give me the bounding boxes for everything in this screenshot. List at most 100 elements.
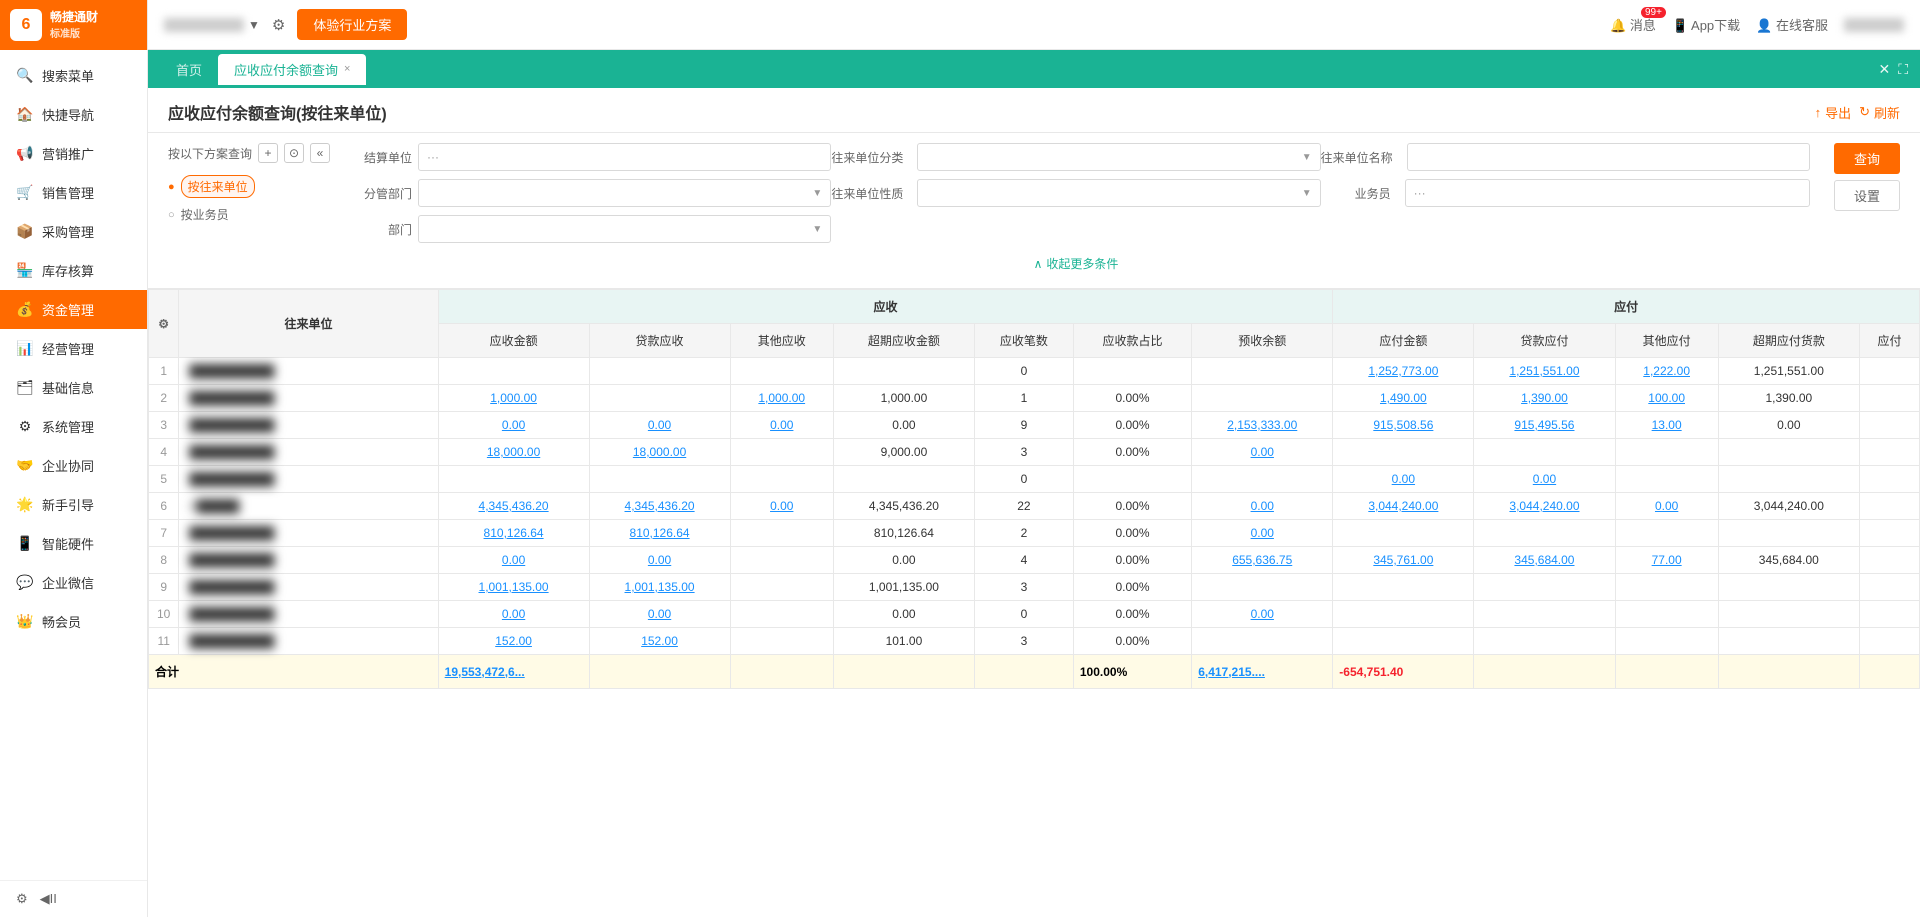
sidebar-item-guide[interactable]: 🌟 新手引导 — [0, 485, 147, 524]
notification-badge[interactable]: 🔔 消息 99+ — [1610, 15, 1656, 34]
wechat-icon: 💬 — [16, 574, 34, 591]
table-row: 10██████████0.000.000.0000.00%0.00 — [149, 601, 1920, 628]
enterprise-icon: 🤝 — [16, 457, 34, 474]
industry-btn[interactable]: 体验行业方案 — [297, 9, 407, 40]
footer-ar-prepaid: 6,417,215.... — [1192, 655, 1333, 689]
sidebar-item-sales[interactable]: 🛒 销售管理 — [0, 173, 147, 212]
sidebar-settings-btn[interactable]: ⚙ — [16, 891, 28, 907]
footer-ap-loan — [1474, 655, 1615, 689]
partner-name-input[interactable] — [1407, 143, 1810, 171]
settings-col-header: ⚙ — [149, 290, 179, 358]
breadcrumb-blur — [164, 18, 244, 32]
breadcrumb: ▼ — [164, 18, 260, 32]
refresh-btn[interactable]: ↻ 刷新 — [1859, 103, 1900, 122]
table-row: 11██████████152.00152.00101.0030.00% — [149, 628, 1920, 655]
settlement-unit-input[interactable]: ··· — [418, 143, 831, 171]
marketing-icon: 📢 — [16, 145, 34, 162]
table-settings-icon[interactable]: ⚙ — [158, 317, 169, 331]
table-row: 6Z█████4,345,436.204,345,436.200.004,345… — [149, 493, 1920, 520]
content-area: 应收应付余额查询(按往来单位) ↑ 导出 ↻ 刷新 按以下方案查询 — [148, 88, 1920, 917]
footer-ar-total: 19,553,472,6... — [438, 655, 589, 689]
tab-bar: 首页 应收应付余额查询 × ✕ ⛶ — [148, 50, 1920, 88]
main-area: ▼ ⚙ 体验行业方案 🔔 消息 99+ 📱 App下载 👤 在线客服 首页 应收… — [148, 0, 1920, 917]
dept-input[interactable]: ▼ — [418, 179, 831, 207]
table-row: 8██████████0.000.000.0040.00%655,636.753… — [149, 547, 1920, 574]
sidebar-item-search-menu[interactable]: 🔍 搜索菜单 — [0, 56, 147, 95]
ar-amt-header: 应收金额 — [438, 324, 589, 358]
ar-ratio-header: 应收款占比 — [1073, 324, 1191, 358]
table-row: 2██████████1,000.001,000.001,000.0010.00… — [149, 385, 1920, 412]
footer-ap-overdue — [1718, 655, 1859, 689]
sidebar: 6 畅捷通财 标准版 🔍 搜索菜单 🏠 快捷导航 📢 营销推广 🛒 销售管理 📦… — [0, 0, 148, 917]
sidebar-item-hardware[interactable]: 📱 智能硬件 — [0, 524, 147, 563]
partner-category-input[interactable]: ▼ — [917, 143, 1320, 171]
notification-icon: 🔔 — [1610, 18, 1626, 33]
filter-fields: 结算单位 ··· 往来单位分类 ▼ 往来单位名称 — [342, 143, 1810, 278]
footer-ar-overdue — [833, 655, 974, 689]
receivable-group-header: 应收 — [438, 290, 1333, 324]
filter-by-salesman[interactable]: ○ 按业务员 — [168, 202, 330, 227]
filter-by-partner[interactable]: ● 按往来单位 — [168, 171, 330, 202]
sidebar-item-enterprise[interactable]: 🤝 企业协同 — [0, 446, 147, 485]
tabs-right-icons: ✕ ⛶ — [1878, 61, 1908, 78]
sales-icon: 🛒 — [16, 184, 34, 201]
ar-loan-header: 贷款应收 — [589, 324, 730, 358]
filter-left-nav: 按以下方案查询 + ⊙ « ● 按往来单位 ○ 按业务员 — [168, 143, 330, 227]
member-icon: 👑 — [16, 613, 34, 630]
filter-add-btn[interactable]: + — [258, 143, 278, 163]
sidebar-item-member[interactable]: 👑 畅会员 — [0, 602, 147, 641]
search-icon: 🔍 — [16, 67, 34, 84]
tab-ar-query[interactable]: 应收应付余额查询 × — [218, 54, 366, 85]
online-service-link[interactable]: 👤 在线客服 — [1756, 15, 1828, 34]
filter-collapse-left-btn[interactable]: « — [310, 143, 330, 163]
footer-ar-loan — [589, 655, 730, 689]
sidebar-footer: ⚙ ◀II — [0, 880, 147, 917]
sidebar-item-inventory[interactable]: 🏪 库存核算 — [0, 251, 147, 290]
dropdown-arrow[interactable]: ▼ — [248, 18, 260, 32]
partner-nature-input[interactable]: ▼ — [917, 179, 1320, 207]
sidebar-item-operation[interactable]: 📊 经营管理 — [0, 329, 147, 368]
sidebar-item-system[interactable]: ⚙ 系统管理 — [0, 407, 147, 446]
setting-button[interactable]: 设置 — [1834, 180, 1900, 211]
footer-ap-other — [1615, 655, 1718, 689]
payable-group-header: 应付 — [1333, 290, 1920, 324]
filter-collapse-btn[interactable]: ∧ 收起更多条件 — [342, 249, 1810, 278]
salesman-input[interactable]: ··· — [1405, 179, 1810, 207]
ap-loan-header: 贷款应付 — [1474, 324, 1615, 358]
sidebar-item-finance[interactable]: 💰 资金管理 — [0, 290, 147, 329]
filter-settings-btn[interactable]: ⊙ — [284, 143, 304, 163]
tab-close-icon[interactable]: ✕ — [1878, 61, 1890, 78]
ap-overdue-header: 超期应付货款 — [1718, 324, 1859, 358]
export-btn[interactable]: ↑ 导出 — [1815, 103, 1852, 122]
finance-icon: 💰 — [16, 301, 34, 318]
table-row: 3██████████0.000.000.000.0090.00%2,153,3… — [149, 412, 1920, 439]
inventory-icon: 🏪 — [16, 262, 34, 279]
sidebar-item-basic[interactable]: 🗂 基础信息 — [0, 368, 147, 407]
ap-extra-header: 应付 — [1859, 324, 1919, 358]
footer-ar-other — [730, 655, 833, 689]
tab-close-btn[interactable]: × — [344, 63, 350, 75]
footer-label: 合计 — [149, 655, 439, 689]
app-download-link[interactable]: 📱 App下载 — [1672, 15, 1740, 34]
division-input[interactable]: ▼ — [418, 215, 831, 243]
sidebar-item-quick-nav[interactable]: 🏠 快捷导航 — [0, 95, 147, 134]
notification-count: 99+ — [1641, 7, 1666, 18]
sidebar-item-marketing[interactable]: 📢 营销推广 — [0, 134, 147, 173]
app-sub: 标准版 — [50, 25, 98, 40]
radio-empty-icon: ○ — [168, 209, 175, 221]
topbar-gear-icon[interactable]: ⚙ — [272, 16, 285, 34]
partner-col-header: 往来单位 — [179, 290, 438, 358]
query-button[interactable]: 查询 — [1834, 143, 1900, 174]
filter-partner-nature: 往来单位性质 ▼ — [831, 179, 1320, 207]
sidebar-item-wechat[interactable]: 💬 企业微信 — [0, 563, 147, 602]
filter-scheme-label: 按以下方案查询 — [168, 145, 252, 162]
tab-maximize-icon[interactable]: ⛶ — [1898, 61, 1908, 78]
table-container: ⚙ 往来单位 应收 应付 应收金额 贷款应收 其他应收 超期应收金额 应收笔数 … — [148, 289, 1920, 917]
table-row: 9██████████1,001,135.001,001,135.001,001… — [149, 574, 1920, 601]
data-table: ⚙ 往来单位 应收 应付 应收金额 贷款应收 其他应收 超期应收金额 应收笔数 … — [148, 289, 1920, 689]
sidebar-item-purchase[interactable]: 📦 采购管理 — [0, 212, 147, 251]
tab-home[interactable]: 首页 — [160, 54, 218, 85]
filter-dept: 分管部门 ▼ — [342, 179, 831, 207]
download-icon: 📱 — [1672, 18, 1688, 33]
sidebar-collapse-btn[interactable]: ◀II — [40, 891, 57, 907]
